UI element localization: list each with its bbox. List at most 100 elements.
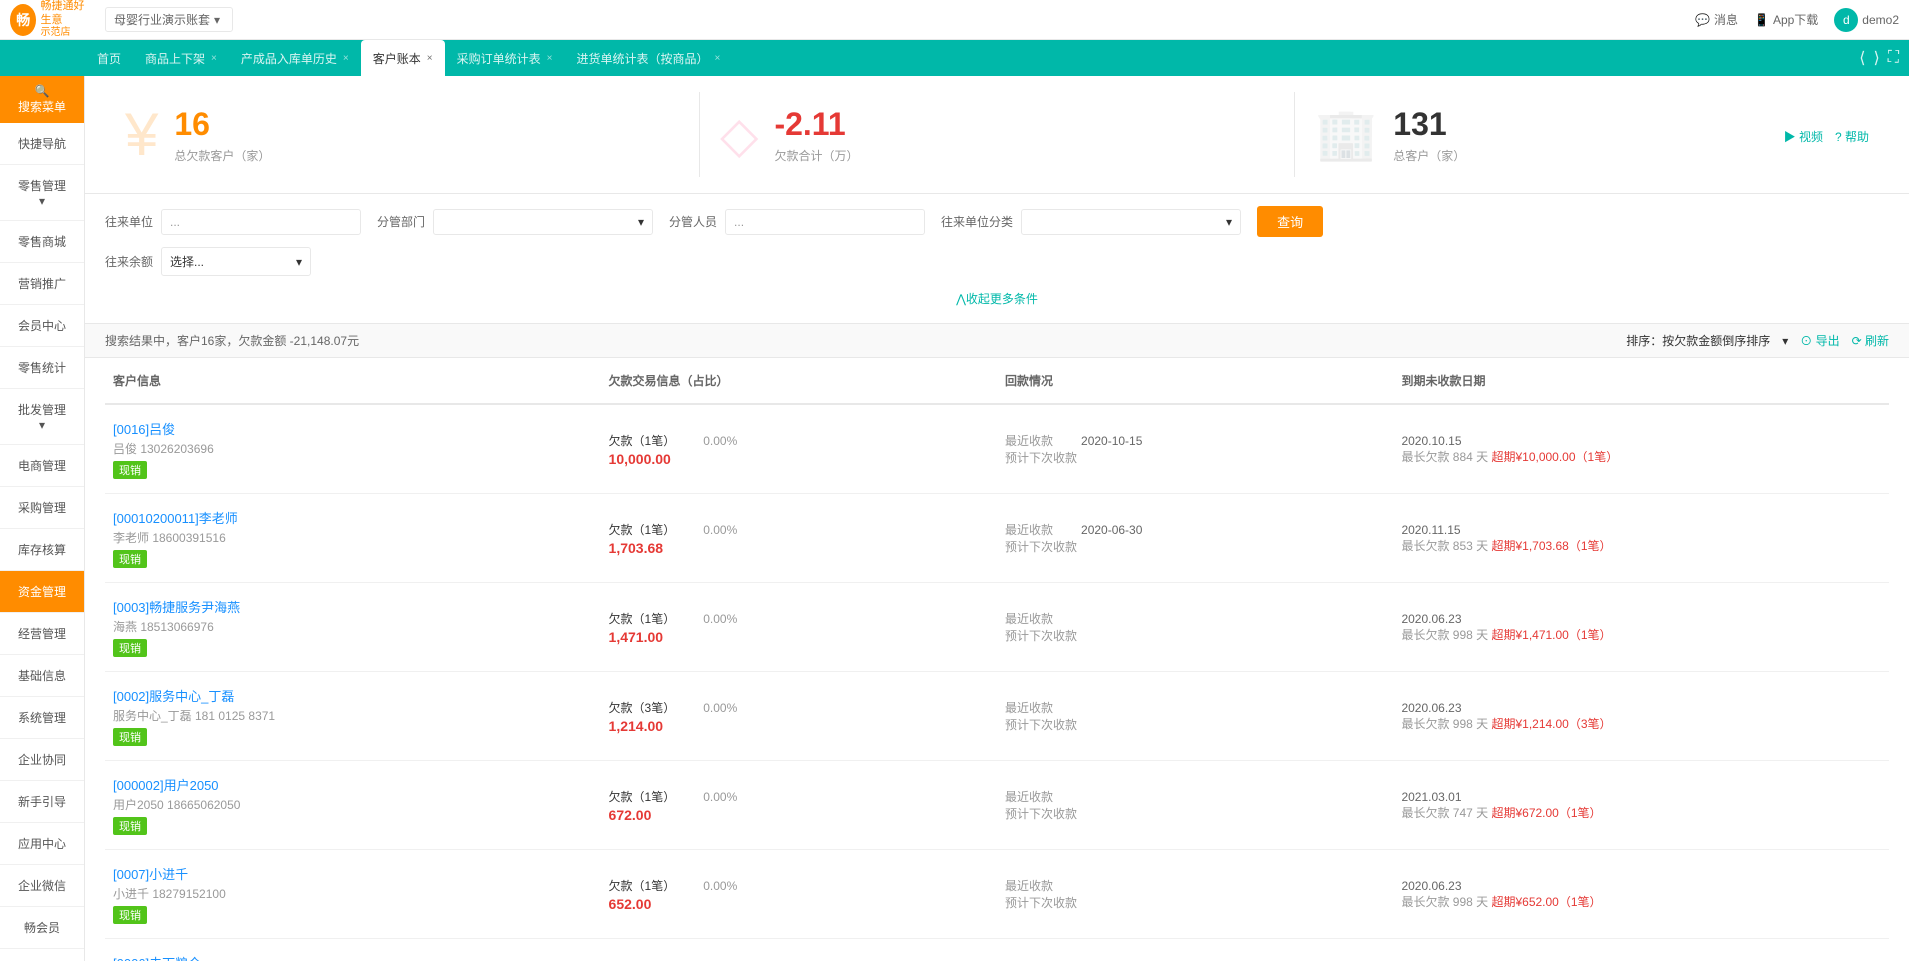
- sidebar-item-ecom[interactable]: 电商管理: [0, 445, 84, 487]
- export-btn[interactable]: ⊙ 导出: [1800, 332, 1839, 349]
- sidebar-item-enterprise-wechat[interactable]: 企业微信: [0, 865, 84, 907]
- tab-home[interactable]: 首页: [85, 40, 133, 76]
- collapse-btn[interactable]: ⋀ 收起更多条件: [105, 286, 1889, 311]
- tab-products-off[interactable]: 商品上下架 ×: [133, 40, 229, 76]
- filter-balance: 往来余额 选择... ▾: [105, 247, 311, 276]
- debt-info-cell: 欠款（1笔） 0.00% 1,703.68: [601, 517, 997, 560]
- app-download-btn[interactable]: 📱 App下载: [1754, 11, 1818, 28]
- sidebar-item-app-center[interactable]: 应用中心: [0, 823, 84, 865]
- overdue-days: 最长欠款 998 天: [1401, 717, 1491, 731]
- message-icon: 💬: [1695, 13, 1710, 27]
- due-date-cell: 2021.03.01 最长欠款 747 天 超期¥672.00（1笔）: [1393, 786, 1889, 825]
- refresh-btn[interactable]: ⟳ 刷新: [1852, 332, 1889, 349]
- sidebar-item-purchase[interactable]: 采购管理: [0, 487, 84, 529]
- debt-amount[interactable]: 10,000.00: [609, 451, 989, 467]
- question-icon: ?: [1835, 130, 1845, 144]
- debt-ratio: 0.00%: [703, 523, 737, 537]
- results-summary: 搜索结果中，客户16家，欠款金额 -21,148.07元: [105, 332, 359, 349]
- store-selector[interactable]: 母婴行业演示账套 ▾: [105, 7, 233, 32]
- close-icon[interactable]: ×: [427, 53, 433, 64]
- debt-amount[interactable]: 672.00: [609, 807, 989, 823]
- sidebar-item-quick-nav[interactable]: 快捷导航: [0, 123, 84, 165]
- phone-icon: 📱: [1754, 13, 1769, 27]
- logo-area: 畅 畅捷通好生意 示范店: [10, 0, 95, 38]
- maximize-icon[interactable]: ⛶: [1888, 49, 1899, 67]
- from-unit-input[interactable]: ...: [161, 209, 361, 235]
- overdue-amount[interactable]: 超期¥672.00（1笔）: [1491, 806, 1601, 820]
- overdue-amount[interactable]: 超期¥1,703.68（1笔）: [1491, 539, 1611, 553]
- customer-name[interactable]: [00010200011]李老师: [113, 508, 593, 527]
- sidebar-item-inventory[interactable]: 库存核算: [0, 529, 84, 571]
- query-button[interactable]: 查询: [1257, 206, 1323, 237]
- sidebar-item-retail-mgmt[interactable]: 零售管理 ▾: [0, 165, 84, 221]
- due-date: 2020.06.23: [1401, 701, 1881, 715]
- customer-name[interactable]: [0006]去下粮仓: [113, 953, 593, 961]
- stat-label-debt-amount: 欠款合计（万）: [774, 147, 1274, 164]
- close-icon[interactable]: ×: [343, 53, 349, 64]
- user-avatar[interactable]: d demo2: [1834, 8, 1899, 32]
- sidebar-item-basic-info[interactable]: 基础信息: [0, 655, 84, 697]
- customer-name[interactable]: [0007]小进千: [113, 864, 593, 883]
- collection-cell: 最近收款 预计下次收款: [997, 873, 1393, 915]
- debt-amount[interactable]: 1,471.00: [609, 629, 989, 645]
- close-icon[interactable]: ×: [714, 53, 720, 64]
- overdue-amount[interactable]: 超期¥10,000.00（1笔）: [1491, 450, 1618, 464]
- sidebar-item-member[interactable]: 会员中心: [0, 305, 84, 347]
- sidebar-item-vip[interactable]: 畅会员: [0, 907, 84, 949]
- video-btn[interactable]: ▶ 视频: [1784, 128, 1823, 145]
- col-header-due: 到期未收款日期: [1393, 368, 1889, 393]
- tab-customer-account[interactable]: 客户账本 ×: [361, 40, 445, 76]
- customer-info-cell: [000002]用户2050 用户2050 18665062050 现销: [105, 771, 601, 839]
- overdue-amount[interactable]: 超期¥1,471.00（1笔）: [1491, 628, 1611, 642]
- customer-tag: 现销: [113, 550, 147, 568]
- tab-next-icon[interactable]: ⟩: [1874, 48, 1880, 68]
- balance-select[interactable]: 选择... ▾: [161, 247, 311, 276]
- video-help-area: ▶ 视频 ? 帮助: [1784, 124, 1869, 145]
- sort-label[interactable]: 排序：按欠款金额倒序排序: [1626, 332, 1770, 349]
- sidebar-item-retail-mall[interactable]: 零售商城: [0, 221, 84, 263]
- customer-name[interactable]: [000002]用户2050: [113, 775, 593, 794]
- results-actions: 排序：按欠款金额倒序排序 ▾ ⊙ 导出 ⟳ 刷新: [1626, 332, 1889, 349]
- customer-name[interactable]: [0003]畅捷服务尹海燕: [113, 597, 593, 616]
- customer-name[interactable]: [0016]吕俊: [113, 419, 593, 438]
- overdue-amount[interactable]: 超期¥1,214.00（3笔）: [1491, 717, 1611, 731]
- sidebar-item-capital[interactable]: 资金管理: [0, 571, 84, 613]
- next-collection-label: 预计下次收款: [1005, 627, 1385, 644]
- sidebar-item-marketing[interactable]: 营销推广: [0, 263, 84, 305]
- dept-select[interactable]: ▾: [433, 209, 653, 235]
- person-input[interactable]: ...: [725, 209, 925, 235]
- close-icon[interactable]: ×: [211, 53, 217, 64]
- debt-count: 欠款（1笔）: [609, 877, 676, 894]
- filter-person: 分管人员 ...: [669, 209, 925, 235]
- sidebar-item-operations[interactable]: 经营管理: [0, 613, 84, 655]
- close-icon[interactable]: ×: [547, 53, 553, 64]
- sidebar-item-batch-mgmt[interactable]: 批发管理 ▾: [0, 389, 84, 445]
- sidebar-item-retail-stats[interactable]: 零售统计: [0, 347, 84, 389]
- diamond-icon: ◇: [720, 106, 758, 164]
- debt-amount[interactable]: 1,214.00: [609, 718, 989, 734]
- debt-ratio: 0.00%: [703, 790, 737, 804]
- last-collection-label: 最近收款: [1005, 699, 1053, 716]
- debt-amount[interactable]: 652.00: [609, 896, 989, 912]
- tab-prev-icon[interactable]: ⟨: [1859, 48, 1865, 68]
- chevron-down-icon: ▾: [214, 13, 220, 27]
- debt-amount[interactable]: 1,703.68: [609, 540, 989, 556]
- sidebar-item-enterprise-coop[interactable]: 企业协同: [0, 739, 84, 781]
- tab-purchase-order[interactable]: 采购订单统计表 ×: [445, 40, 565, 76]
- table-row: [000002]用户2050 用户2050 18665062050 现销 欠款（…: [105, 761, 1889, 850]
- debt-info-cell: 欠款（1笔） 0.00% 652.00: [601, 873, 997, 916]
- tab-inventory-stats[interactable]: 进货单统计表（按商品） ×: [564, 40, 732, 76]
- sidebar-item-new-guide[interactable]: 新手引导: [0, 781, 84, 823]
- tab-product-history[interactable]: 产成品入库单历史 ×: [229, 40, 361, 76]
- stat-value-total-customers: 131: [1393, 106, 1767, 143]
- customer-name[interactable]: [0002]服务中心_丁磊: [113, 686, 593, 705]
- customer-info-cell: [0002]服务中心_丁磊 服务中心_丁磊 181 0125 8371 现销: [105, 682, 601, 750]
- unit-class-select[interactable]: ▾: [1021, 209, 1241, 235]
- sort-chevron-icon[interactable]: ▾: [1782, 334, 1788, 348]
- overdue-amount[interactable]: 超期¥652.00（1笔）: [1491, 895, 1601, 909]
- last-collection-label: 最近收款: [1005, 521, 1053, 538]
- sidebar-search[interactable]: 🔍 搜索菜单: [0, 76, 84, 123]
- message-btn[interactable]: 💬 消息: [1695, 11, 1738, 28]
- sidebar-item-system[interactable]: 系统管理: [0, 697, 84, 739]
- help-btn[interactable]: ? 帮助: [1835, 128, 1869, 145]
